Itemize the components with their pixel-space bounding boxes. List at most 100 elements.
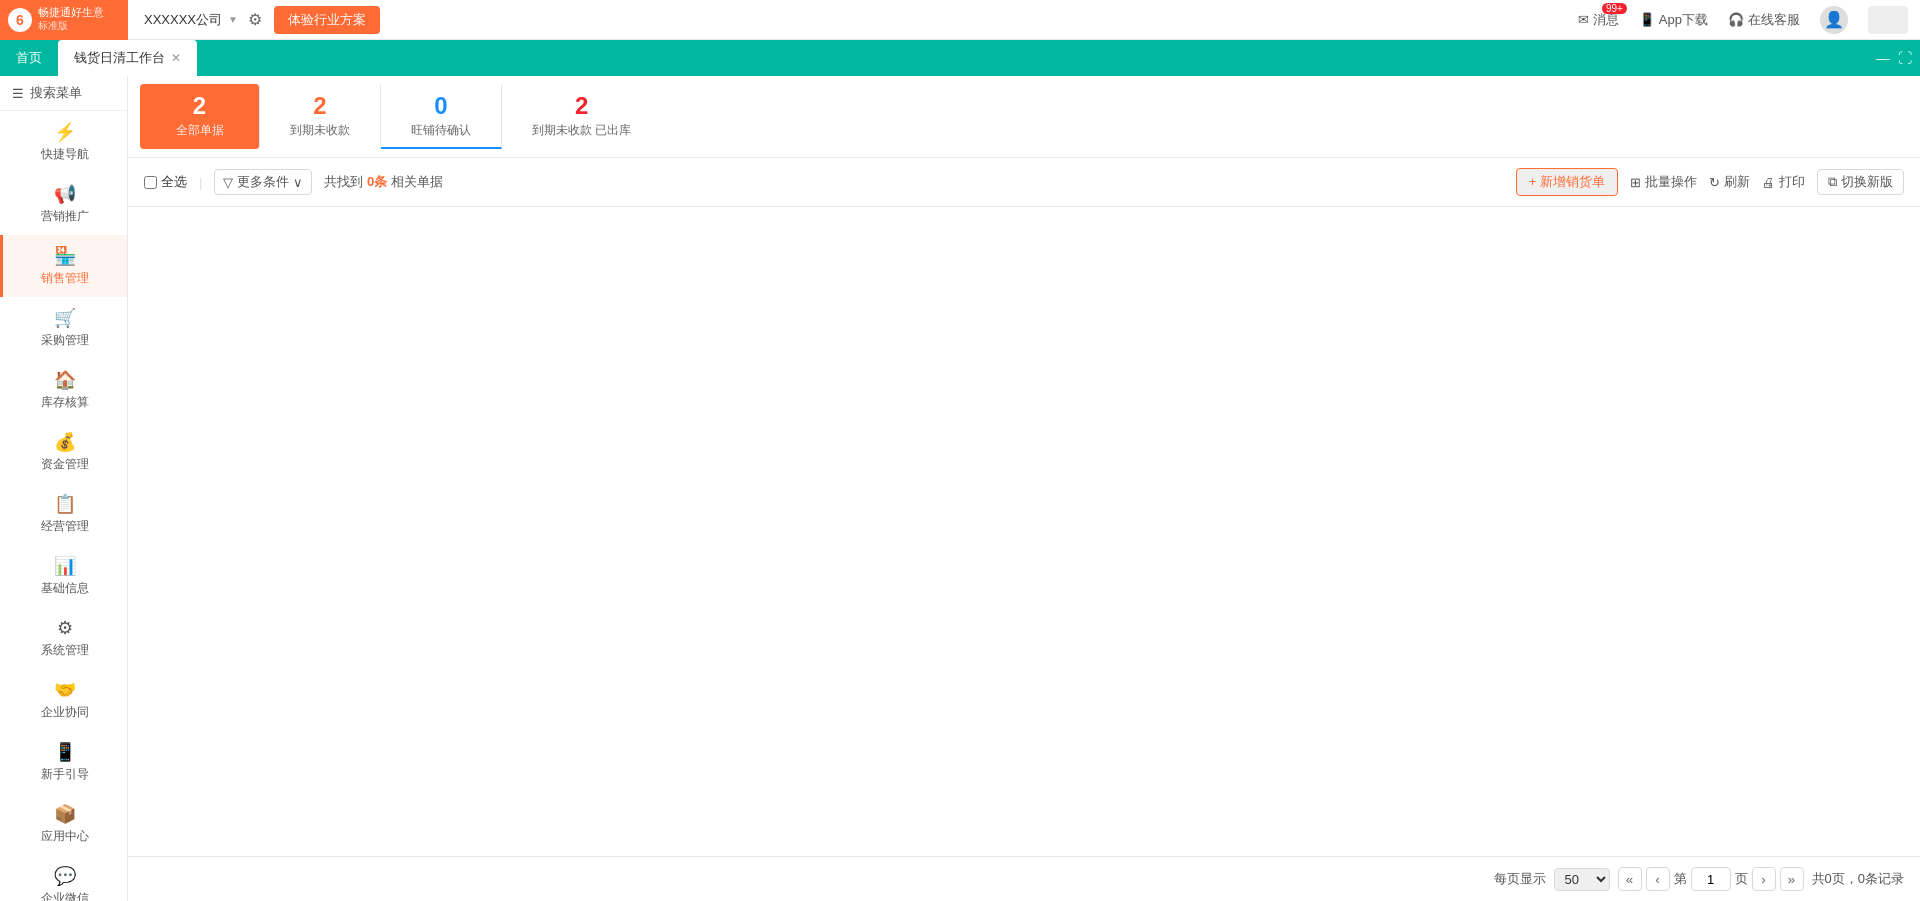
- table-area: [128, 207, 1920, 856]
- stat-shipped-number: 2: [575, 92, 588, 120]
- sidebar-item-app-center[interactable]: 📦 应用中心: [0, 793, 127, 855]
- batch-icon: ⊞: [1630, 175, 1641, 190]
- new-sale-button[interactable]: + 新增销货单: [1516, 168, 1618, 196]
- sidebar-system-label: 系统管理: [41, 642, 89, 659]
- sidebar-cooperation-label: 企业协同: [41, 704, 89, 721]
- app-name: 畅捷通好生意: [38, 6, 104, 19]
- toolbar: 全选 | ▽ 更多条件 ∨ 共找到 0条 相关单据 + 新增销货单 ⊞ 批量操作: [128, 158, 1920, 207]
- per-page-select[interactable]: 50 100 200: [1554, 868, 1610, 891]
- search-menu-label: 搜索菜单: [30, 84, 82, 102]
- pagination: 每页显示 50 100 200 « ‹ 第 页 › » 共0页，0条记录: [128, 856, 1920, 901]
- inventory-icon: 🏠: [54, 369, 76, 391]
- stat-all[interactable]: 2 全部单据: [140, 84, 260, 149]
- logo-area: 6 畅捷通好生意 标准版: [0, 0, 128, 40]
- last-page-button[interactable]: »: [1780, 867, 1804, 891]
- maximize-icon[interactable]: ⛶: [1898, 50, 1912, 66]
- switch-label: 切换新版: [1841, 173, 1893, 191]
- sidebar-basic-info-label: 基础信息: [41, 580, 89, 597]
- sidebar-item-wechat[interactable]: 💬 企业微信: [0, 855, 127, 901]
- sidebar-item-system[interactable]: ⚙ 系统管理: [0, 607, 127, 669]
- prev-page-button[interactable]: ‹: [1646, 867, 1670, 891]
- guide-icon: 📱: [54, 741, 76, 763]
- layout: ☰ 搜索菜单 ⚡ 快捷导航 📢 营销推广 🏪 销售管理 🛒 采购管理 🏠 库存核…: [0, 76, 1920, 901]
- close-tab-icon[interactable]: ✕: [171, 51, 181, 65]
- sidebar-item-quick-nav[interactable]: ⚡ 快捷导航: [0, 111, 127, 173]
- select-all-input[interactable]: [144, 176, 157, 189]
- message-icon: ✉: [1578, 12, 1589, 27]
- switch-version-button[interactable]: ⧉ 切换新版: [1817, 169, 1904, 195]
- stat-overdue[interactable]: 2 到期未收款: [260, 84, 381, 149]
- filter-icon: ▽: [223, 175, 233, 190]
- chevron-down-filter-icon: ∨: [293, 175, 303, 190]
- stat-pending[interactable]: 0 旺铺待确认: [381, 84, 502, 149]
- message-action[interactable]: ✉ 消息 99+: [1578, 11, 1619, 29]
- first-page-button[interactable]: «: [1618, 867, 1642, 891]
- nav-tab-actions: — ⛶: [1876, 50, 1920, 66]
- experience-button[interactable]: 体验行业方案: [274, 6, 380, 34]
- wechat-icon: 💬: [54, 865, 76, 887]
- top-header: 6 畅捷通好生意 标准版 XXXXXX公司 ▼ ⚙ 体验行业方案 ✉ 消息 99…: [0, 0, 1920, 40]
- print-action[interactable]: 🖨 打印: [1762, 173, 1805, 191]
- refresh-action[interactable]: ↻ 刷新: [1709, 173, 1750, 191]
- sidebar-item-inventory[interactable]: 🏠 库存核算: [0, 359, 127, 421]
- search-menu[interactable]: ☰ 搜索菜单: [0, 76, 127, 111]
- batch-action[interactable]: ⊞ 批量操作: [1630, 173, 1697, 191]
- refresh-label: 刷新: [1724, 173, 1750, 191]
- logo-icon: 6: [8, 8, 32, 32]
- marketing-icon: 📢: [54, 183, 76, 205]
- divider: |: [199, 175, 202, 190]
- sidebar-item-cooperation[interactable]: 🤝 企业协同: [0, 669, 127, 731]
- operations-icon: 📋: [54, 493, 76, 515]
- settings-icon[interactable]: ⚙: [248, 10, 262, 29]
- found-suffix: 相关单据: [391, 174, 443, 189]
- company-selector[interactable]: XXXXXX公司 ▼: [144, 11, 238, 29]
- sidebar-marketing-label: 营销推广: [41, 208, 89, 225]
- sidebar-finance-label: 资金管理: [41, 456, 89, 473]
- switch-icon: ⧉: [1828, 174, 1837, 190]
- sidebar-item-operations[interactable]: 📋 经营管理: [0, 483, 127, 545]
- sidebar-sales-label: 销售管理: [41, 270, 89, 287]
- sidebar-inventory-label: 库存核算: [41, 394, 89, 411]
- filter-label: 更多条件: [237, 173, 289, 191]
- app-download-action[interactable]: 📱 App下载: [1639, 11, 1708, 29]
- print-label: 打印: [1779, 173, 1805, 191]
- select-all-checkbox[interactable]: 全选: [144, 173, 187, 191]
- filter-button[interactable]: ▽ 更多条件 ∨: [214, 169, 312, 195]
- stats-row: 2 全部单据 2 到期未收款 0 旺铺待确认 2 到期未收款 已出库: [128, 76, 1920, 158]
- sidebar-item-sales[interactable]: 🏪 销售管理: [0, 235, 127, 297]
- header-right: ✉ 消息 99+ 📱 App下载 🎧 在线客服 👤: [1578, 6, 1908, 34]
- toolbar-right: + 新增销货单 ⊞ 批量操作 ↻ 刷新 🖨 打印 ⧉ 切换新版: [1516, 168, 1904, 196]
- system-icon: ⚙: [57, 617, 73, 639]
- page-suffix: 页: [1735, 870, 1748, 888]
- avatar[interactable]: 👤: [1820, 6, 1848, 34]
- per-page-label: 每页显示: [1494, 870, 1546, 888]
- stat-shipped-label: 到期未收款 已出库: [532, 122, 631, 139]
- sidebar-wechat-label: 企业微信: [41, 890, 89, 901]
- found-count: 0条: [367, 174, 387, 189]
- next-page-button[interactable]: ›: [1752, 867, 1776, 891]
- purchase-icon: 🛒: [54, 307, 76, 329]
- chevron-down-icon: ▼: [228, 14, 238, 25]
- sidebar-operations-label: 经营管理: [41, 518, 89, 535]
- online-service-action[interactable]: 🎧 在线客服: [1728, 11, 1800, 29]
- sidebar-item-marketing[interactable]: 📢 营销推广: [0, 173, 127, 235]
- sales-icon: 🏪: [54, 245, 76, 267]
- page-input[interactable]: [1691, 867, 1731, 891]
- print-icon: 🖨: [1762, 175, 1775, 190]
- stat-all-label: 全部单据: [176, 122, 224, 139]
- tab-home[interactable]: 首页: [0, 40, 58, 76]
- logo-text-group: 畅捷通好生意 标准版: [38, 6, 104, 33]
- stat-shipped[interactable]: 2 到期未收款 已出库: [502, 84, 661, 149]
- tab-workbench[interactable]: 钱货日清工作台 ✕: [58, 40, 197, 76]
- sidebar-item-guide[interactable]: 📱 新手引导: [0, 731, 127, 793]
- found-text: 共找到 0条 相关单据: [324, 173, 442, 191]
- app-download-label: App下载: [1659, 11, 1708, 29]
- sidebar-item-finance[interactable]: 💰 资金管理: [0, 421, 127, 483]
- stat-overdue-label: 到期未收款: [290, 122, 350, 139]
- cooperation-icon: 🤝: [54, 679, 76, 701]
- sidebar-item-purchase[interactable]: 🛒 采购管理: [0, 297, 127, 359]
- minimize-icon[interactable]: —: [1876, 50, 1890, 66]
- stat-pending-label: 旺铺待确认: [411, 122, 471, 139]
- sidebar-item-basic-info[interactable]: 📊 基础信息: [0, 545, 127, 607]
- stat-pending-number: 0: [434, 92, 447, 120]
